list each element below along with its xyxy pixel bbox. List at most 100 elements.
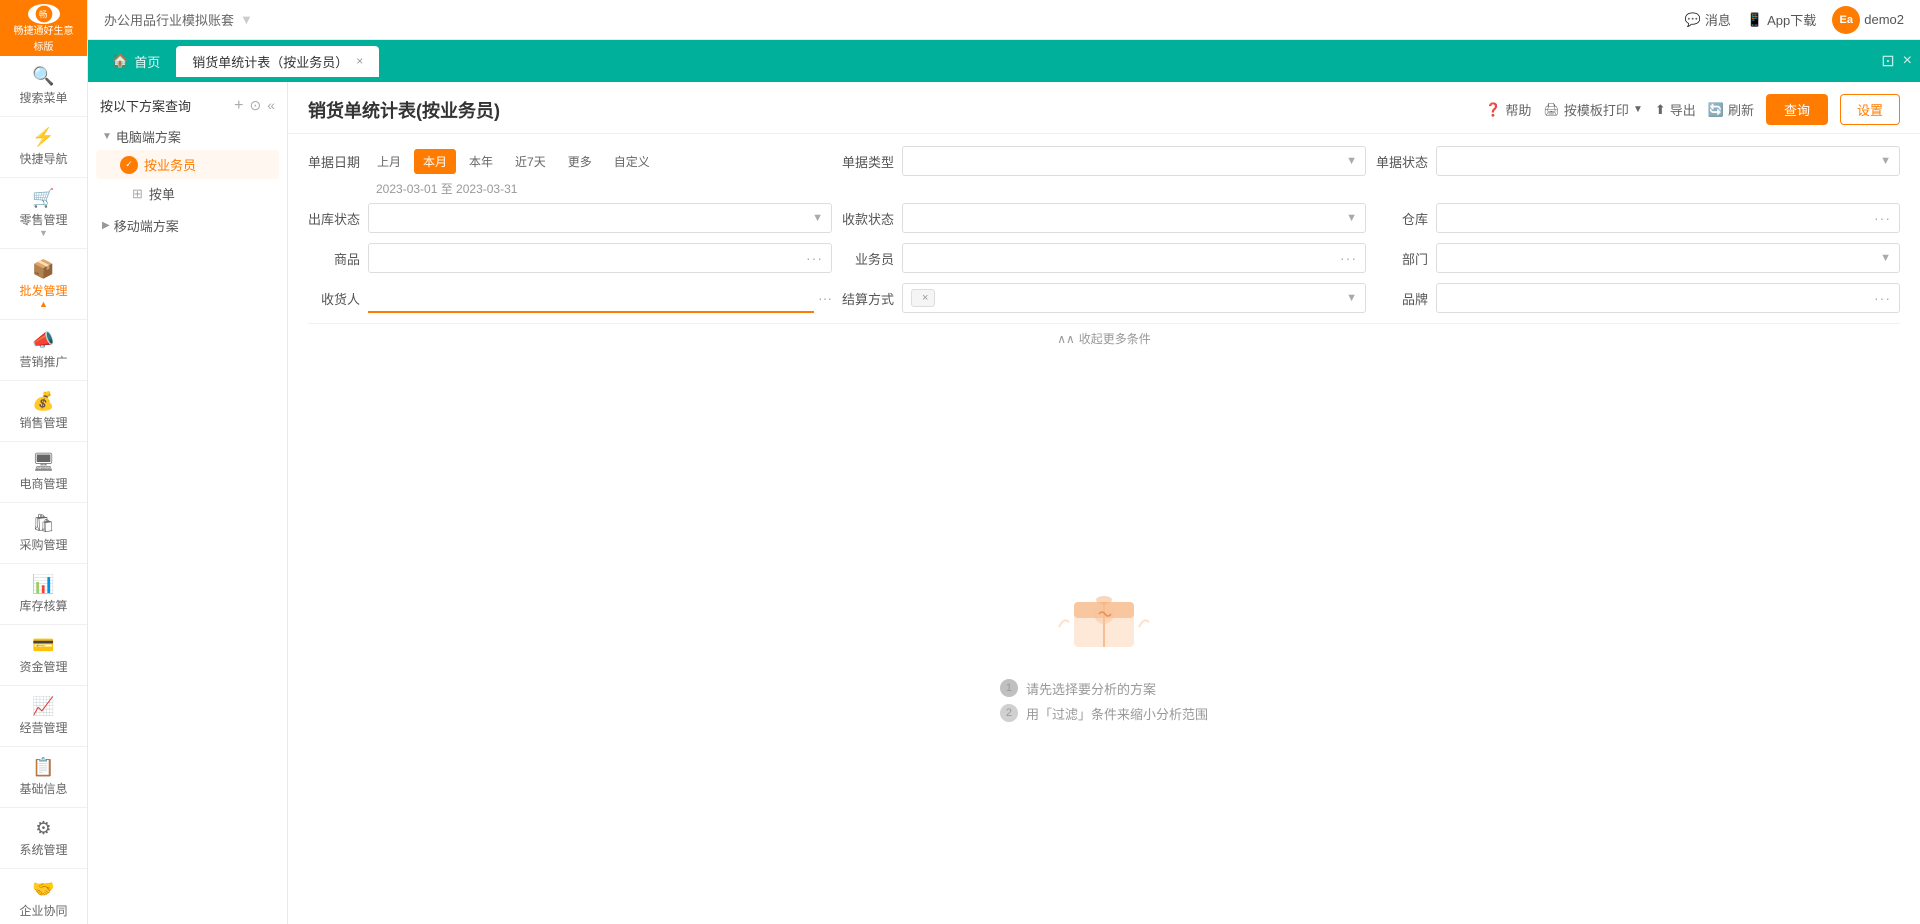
sidebar-item-operations[interactable]: 📈 经营管理 bbox=[0, 686, 87, 747]
sidebar-item-purchase-label: 采购管理 bbox=[19, 536, 67, 553]
doc-status-label: 单据状态 bbox=[1376, 152, 1436, 171]
wholesale-arrow-icon: ▲ bbox=[39, 299, 48, 309]
tree-folder-mobile[interactable]: ▶ 移动端方案 bbox=[96, 212, 279, 239]
sidebar-item-finance-label: 资金管理 bbox=[19, 658, 67, 675]
collapse-up-icon: ∧∧ bbox=[1057, 332, 1075, 346]
step-2-text: 用「过滤」条件来缩小分析范围 bbox=[1026, 704, 1208, 723]
tab-sales-stat[interactable]: 销货单统计表（按业务员） × bbox=[176, 46, 379, 77]
system-icon: ⚙ bbox=[35, 818, 51, 839]
payment-status-select[interactable]: ▼ bbox=[902, 203, 1366, 233]
template-print-label: 按模板打印 bbox=[1564, 100, 1629, 119]
doc-status-select[interactable]: ▼ bbox=[1436, 146, 1900, 176]
sidebar-item-retail-label: 零售管理 bbox=[19, 211, 67, 228]
tab-bar-actions: ⊡ × bbox=[1881, 51, 1912, 71]
help-icon: ❓ bbox=[1485, 102, 1501, 118]
filter-row-3: 商品 ··· 业务员 ··· 部门 bbox=[308, 243, 1900, 273]
help-button[interactable]: ❓ 帮助 bbox=[1485, 100, 1531, 119]
user-profile[interactable]: Ea demo2 bbox=[1832, 6, 1904, 34]
date-tab-curr-month[interactable]: 本月 bbox=[414, 149, 456, 174]
add-scheme-icon[interactable]: + bbox=[234, 97, 243, 115]
brand-select[interactable]: ··· bbox=[1436, 283, 1900, 313]
app-download-action[interactable]: 📱 App下载 bbox=[1747, 10, 1816, 29]
settlement-chevron-icon: ▼ bbox=[1346, 292, 1357, 304]
warehouse-select[interactable]: ··· bbox=[1436, 203, 1900, 233]
staff-select[interactable]: ··· bbox=[902, 243, 1366, 273]
doc-type-label: 单据类型 bbox=[842, 152, 902, 171]
date-tab-custom[interactable]: 自定义 bbox=[605, 149, 659, 174]
filter-row-4: 收货人 ··· 结算方式 × ▼ bbox=[308, 283, 1900, 313]
main-area: 办公用品行业模拟账套 ▼ 💬 消息 📱 App下载 Ea demo2 🏠 首页 bbox=[88, 0, 1920, 924]
order-icon: ⊞ bbox=[132, 186, 143, 202]
sidebar-item-search[interactable]: 🔍 搜索菜单 bbox=[0, 56, 87, 117]
doc-type-select[interactable]: ▼ bbox=[902, 146, 1366, 176]
out-status-label: 出库状态 bbox=[308, 209, 368, 228]
left-panel-header: 按以下方案查询 + ⊙ « bbox=[88, 92, 287, 123]
date-tab-prev-month[interactable]: 上月 bbox=[368, 149, 410, 174]
operations-icon: 📈 bbox=[32, 696, 54, 717]
date-tab-curr-year[interactable]: 本年 bbox=[460, 149, 502, 174]
tree-child-by-staff[interactable]: ✓ 按业务员 bbox=[96, 150, 279, 179]
filter-row-2: 出库状态 ▼ 收款状态 ▼ 仓库 bbox=[308, 203, 1900, 233]
staff-filter-item: 业务员 ··· bbox=[842, 243, 1366, 273]
tree-folder-desktop[interactable]: ▼ 电脑端方案 bbox=[96, 123, 279, 150]
message-label: 消息 bbox=[1705, 10, 1731, 29]
doc-type-filter-item: 单据类型 ▼ bbox=[842, 146, 1366, 176]
sidebar-item-finance[interactable]: 💳 资金管理 bbox=[0, 625, 87, 686]
date-tab-last7[interactable]: 近7天 bbox=[506, 149, 555, 174]
sidebar-item-retail[interactable]: 🛒 零售管理 ▼ bbox=[0, 178, 87, 249]
message-icon: 💬 bbox=[1685, 12, 1701, 28]
out-status-select[interactable]: ▼ bbox=[368, 203, 832, 233]
out-status-filter-item: 出库状态 ▼ bbox=[308, 203, 832, 233]
sidebar-item-basic[interactable]: 📋 基础信息 bbox=[0, 747, 87, 808]
export-button[interactable]: ⬆ 导出 bbox=[1655, 100, 1696, 119]
tree-child-by-order[interactable]: ⊞ 按单 bbox=[96, 179, 279, 208]
sidebar-item-quick-nav[interactable]: ⚡ 快捷导航 bbox=[0, 117, 87, 178]
help-label: 帮助 bbox=[1505, 100, 1531, 119]
tab-restore-icon[interactable]: ⊡ bbox=[1881, 51, 1894, 71]
left-panel: 按以下方案查询 + ⊙ « ▼ 电脑端方案 ✓ 按业务员 ⊞ 按单 bbox=[88, 82, 288, 924]
sidebar-item-wholesale[interactable]: 📦 批发管理 ▲ bbox=[0, 249, 87, 320]
date-filter-label: 单据日期 bbox=[308, 152, 368, 171]
folder-arrow-mobile-icon: ▶ bbox=[102, 220, 110, 231]
step-1-num: 1 bbox=[1000, 679, 1018, 697]
finance-icon: 💳 bbox=[32, 635, 54, 656]
sidebar-item-sales[interactable]: 💰 销售管理 bbox=[0, 381, 87, 442]
consignee-dots-icon: ··· bbox=[818, 290, 832, 306]
query-button[interactable]: 查询 bbox=[1766, 94, 1828, 125]
collapse-label: 收起更多条件 bbox=[1079, 330, 1151, 347]
collapse-filter-bar[interactable]: ∧∧ 收起更多条件 bbox=[308, 323, 1900, 353]
sidebar-item-system[interactable]: ⚙ 系统管理 bbox=[0, 808, 87, 869]
message-action[interactable]: 💬 消息 bbox=[1685, 10, 1731, 29]
breadcrumb-text: 办公用品行业模拟账套 bbox=[104, 10, 234, 29]
payment-status-filter-item: 收款状态 ▼ bbox=[842, 203, 1366, 233]
empty-step-2: 2 用「过滤」条件来缩小分析范围 bbox=[1000, 704, 1208, 723]
template-print-button[interactable]: 🖨 按模板打印 ▼ bbox=[1543, 100, 1642, 119]
tab-close-all-icon[interactable]: × bbox=[1903, 52, 1912, 70]
sidebar-item-ecommerce[interactable]: 🖥 电商管理 bbox=[0, 442, 87, 503]
sales-icon: 💰 bbox=[32, 391, 54, 412]
settings-button[interactable]: 设置 bbox=[1840, 94, 1900, 125]
tab-home[interactable]: 🏠 首页 bbox=[96, 46, 176, 77]
settings-scheme-icon[interactable]: ⊙ bbox=[249, 97, 261, 115]
tree-section-mobile: ▶ 移动端方案 bbox=[88, 212, 287, 239]
sidebar-item-inventory[interactable]: 📊 库存核算 bbox=[0, 564, 87, 625]
date-tab-more[interactable]: 更多 bbox=[559, 149, 601, 174]
tab-close-icon[interactable]: × bbox=[356, 54, 363, 68]
sidebar-item-operations-label: 经营管理 bbox=[19, 719, 67, 736]
goods-select[interactable]: ··· bbox=[368, 243, 832, 273]
export-label: 导出 bbox=[1670, 100, 1696, 119]
empty-steps: 1 请先选择要分析的方案 2 用「过滤」条件来缩小分析范围 bbox=[1000, 679, 1208, 723]
settlement-remove-icon[interactable]: × bbox=[922, 292, 928, 304]
left-panel-icons: + ⊙ « bbox=[234, 97, 275, 115]
settlement-select[interactable]: × ▼ bbox=[902, 283, 1366, 313]
breadcrumb-chevron-icon[interactable]: ▼ bbox=[240, 12, 253, 27]
sidebar-item-enterprise[interactable]: 🤝 企业协同 bbox=[0, 869, 87, 924]
dept-select[interactable]: ▼ bbox=[1436, 243, 1900, 273]
refresh-button[interactable]: 🔄 刷新 bbox=[1708, 100, 1754, 119]
sidebar-item-ecommerce-label: 电商管理 bbox=[19, 475, 67, 492]
consignee-input[interactable] bbox=[368, 283, 814, 313]
sidebar-item-purchase[interactable]: 🛍 采购管理 bbox=[0, 503, 87, 564]
sidebar-item-marketing[interactable]: 📣 营销推广 bbox=[0, 320, 87, 381]
collapse-panel-icon[interactable]: « bbox=[267, 97, 275, 115]
sidebar-item-enterprise-label: 企业协同 bbox=[19, 902, 67, 919]
